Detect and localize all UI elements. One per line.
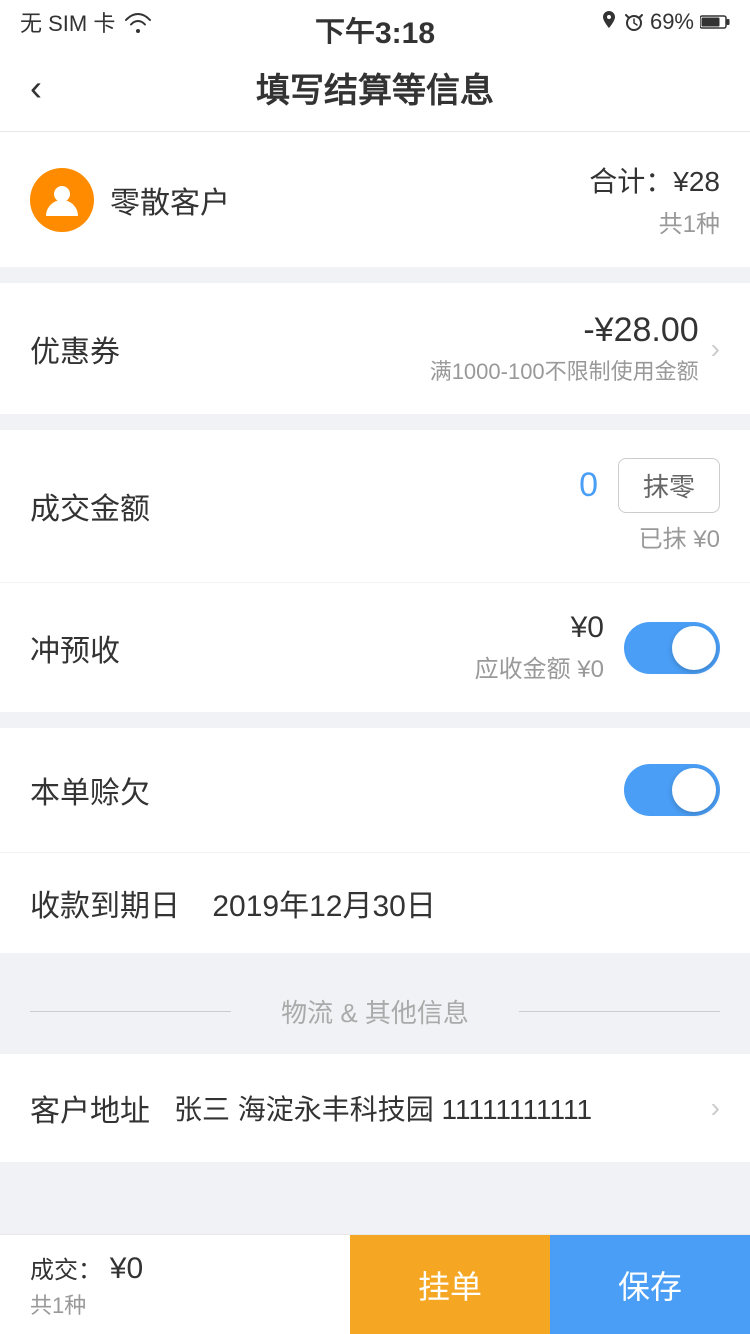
status-right: 69% (600, 9, 730, 35)
bottom-deal-amount: ¥0 (110, 1252, 143, 1285)
avatar (30, 168, 94, 232)
status-left: 无 SIM 卡 (20, 6, 153, 38)
customer-row: 零散客户 合计：¥28 共1种 (0, 132, 750, 267)
logistics-header: 物流 & 其他信息 (0, 969, 750, 1054)
due-date-label: 收款到期日 (30, 890, 180, 923)
customer-right: 合计：¥28 共1种 (589, 160, 720, 239)
address-section[interactable]: 客户地址 张三 海淀永丰科技园 11111111111 › (0, 1054, 750, 1162)
arrears-section: 本单赊欠 收款到期日 2019年12月30日 (0, 728, 750, 953)
deal-already-rounded: 已抹 ¥0 (639, 519, 720, 554)
user-icon (42, 180, 82, 220)
wifi-icon (123, 11, 153, 33)
due-date-value: 2019年12月30日 (212, 890, 435, 923)
deal-value: 0 (579, 466, 598, 505)
pre-receive-receivable: 应收金额 ¥0 (475, 649, 604, 684)
total-amount: 合计：¥28 (589, 160, 720, 200)
deal-section: 成交金额 0 抹零 已抹 ¥0 冲预收 ¥0 应收金额 ¥0 (0, 430, 750, 712)
arrears-toggle-knob (672, 768, 716, 812)
pre-receive-amount-wrap: ¥0 应收金额 ¥0 (475, 611, 604, 684)
deal-amount-label: 成交金额 (30, 484, 150, 528)
battery-icon (700, 14, 730, 30)
deal-amount-area: 成交金额 0 抹零 已抹 ¥0 (0, 430, 750, 582)
alarm-icon (624, 11, 644, 33)
arrears-row: 本单赊欠 (0, 728, 750, 852)
customer-left: 零散客户 (30, 168, 230, 232)
carrier-text: 无 SIM 卡 (20, 6, 115, 38)
coupon-description: 满1000-100不限制使用金额 (430, 354, 699, 386)
chevron-right-icon: › (711, 333, 720, 365)
location-icon (600, 11, 618, 33)
address-chevron-icon: › (711, 1092, 720, 1124)
logistics-line-left (30, 1011, 231, 1012)
deal-right: 0 抹零 (579, 458, 720, 513)
coupon-right-wrap: -¥28.00 满1000-100不限制使用金额 (430, 311, 699, 386)
bottom-deal-row: 成交： ¥0 (30, 1250, 320, 1286)
pending-button[interactable]: 挂单 (350, 1235, 550, 1334)
coupon-discount: -¥28.00 (430, 311, 699, 350)
pre-receive-label: 冲预收 (30, 626, 120, 670)
bottom-count: 共1种 (30, 1288, 320, 1320)
customer-section: 零散客户 合计：¥28 共1种 (0, 132, 750, 267)
pre-receive-right: ¥0 应收金额 ¥0 (475, 611, 720, 684)
coupon-label: 优惠券 (30, 327, 120, 371)
deal-row: 成交金额 0 抹零 已抹 ¥0 (30, 430, 720, 582)
toggle-knob (672, 626, 716, 670)
bottom-bar: 成交： ¥0 共1种 挂单 保存 (0, 1234, 750, 1334)
back-button[interactable]: ‹ (30, 67, 42, 109)
pre-receive-amount: ¥0 (475, 611, 604, 645)
total-count: 共1种 (589, 204, 720, 239)
due-date-row: 收款到期日 2019年12月30日 (0, 852, 750, 953)
bottom-deal-label: 成交： (30, 1257, 102, 1284)
bottom-left: 成交： ¥0 共1种 (0, 1250, 350, 1320)
arrears-toggle[interactable] (624, 764, 720, 816)
customer-name: 零散客户 (110, 178, 230, 222)
page-title: 填写结算等信息 (256, 63, 494, 112)
battery-percent: 69% (650, 9, 694, 35)
logistics-line-right (519, 1011, 720, 1012)
status-bar: 无 SIM 卡 下午3:18 69% (0, 0, 750, 44)
address-label: 客户地址 (30, 1086, 150, 1130)
pre-receive-toggle[interactable] (624, 622, 720, 674)
pre-receive-row: 冲预收 ¥0 应收金额 ¥0 (0, 582, 750, 712)
coupon-section[interactable]: 优惠券 -¥28.00 满1000-100不限制使用金额 › (0, 283, 750, 414)
logistics-title: 物流 & 其他信息 (281, 993, 469, 1030)
coupon-row[interactable]: 优惠券 -¥28.00 满1000-100不限制使用金额 › (0, 283, 750, 414)
nav-bar: ‹ 填写结算等信息 (0, 44, 750, 132)
save-button[interactable]: 保存 (550, 1235, 750, 1334)
arrears-label: 本单赊欠 (30, 768, 150, 812)
address-row[interactable]: 客户地址 张三 海淀永丰科技园 11111111111 › (0, 1054, 750, 1162)
round-zero-button[interactable]: 抹零 (618, 458, 720, 513)
address-value: 张三 海淀永丰科技园 11111111111 (174, 1088, 707, 1128)
